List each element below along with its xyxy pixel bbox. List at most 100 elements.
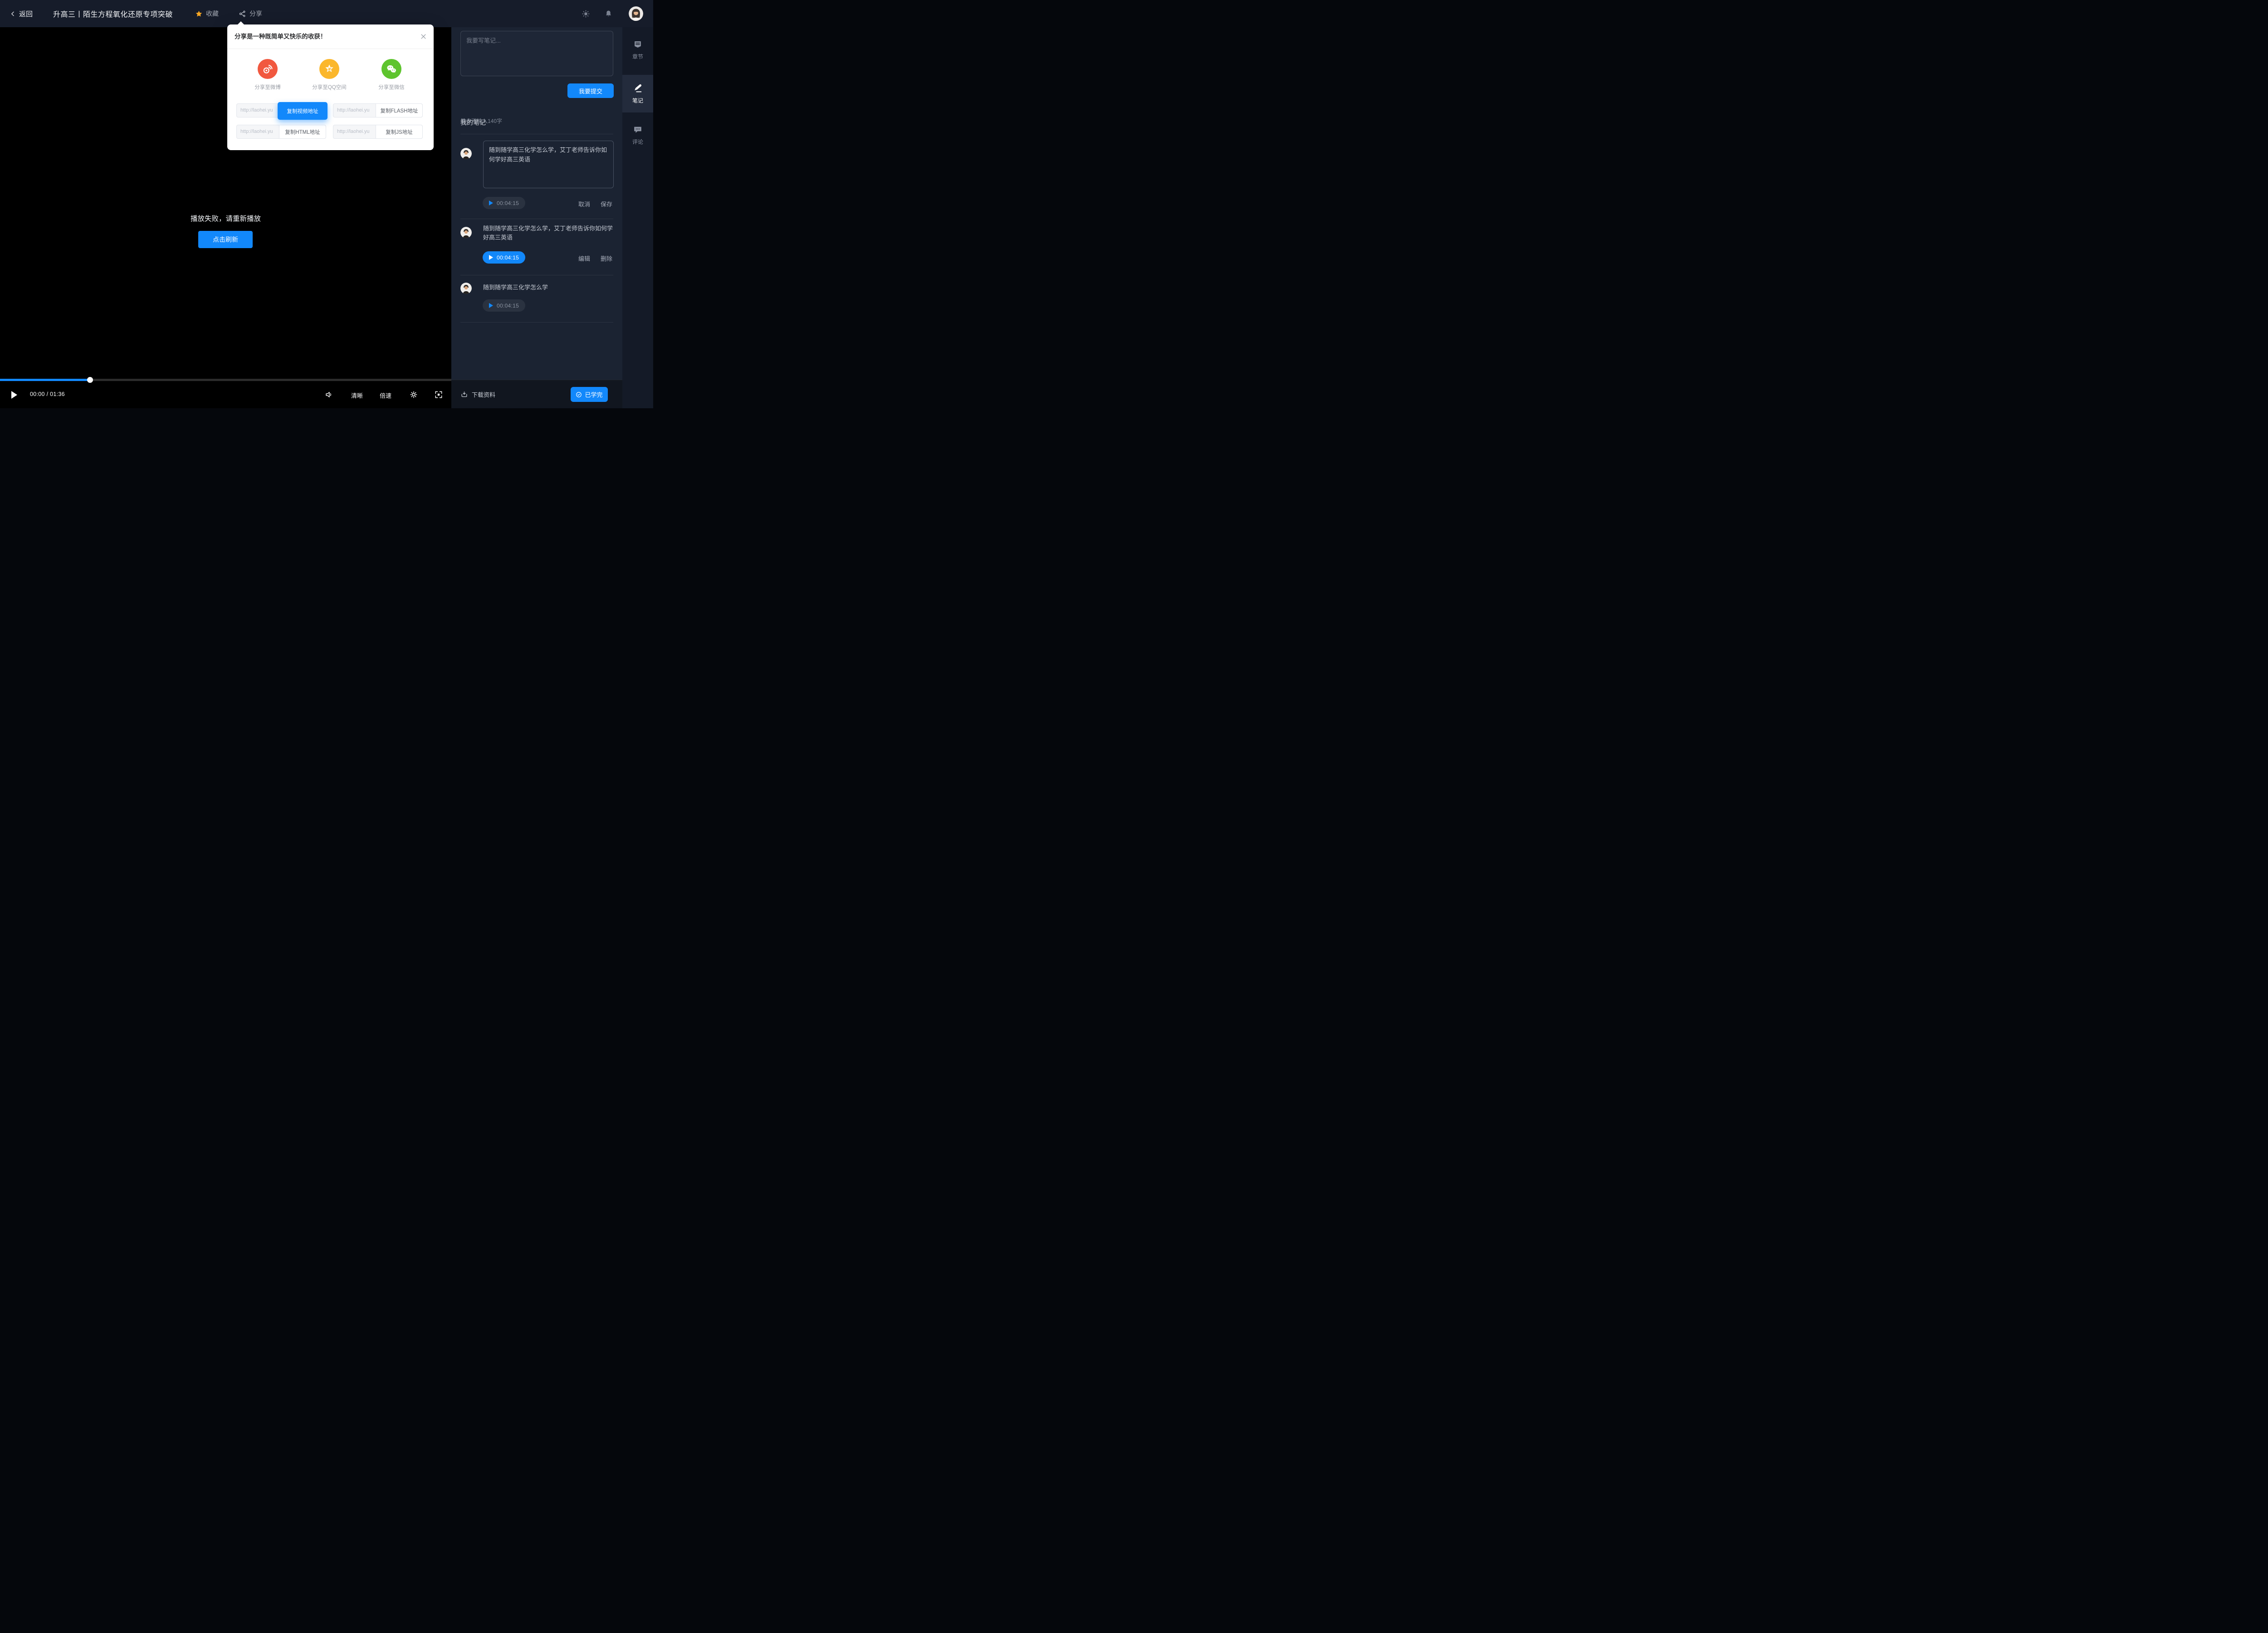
weibo-icon: [258, 59, 278, 79]
play-button[interactable]: [10, 390, 18, 399]
tab-label: 笔记: [632, 97, 643, 104]
html-url-row: http://laohei.yu 复制HTML地址: [236, 125, 326, 139]
note-timestamp-chip[interactable]: 00:04:15: [483, 197, 526, 209]
back-chevron-icon: [11, 11, 14, 16]
note-avatar: [460, 283, 472, 294]
note-text: 随到随学高三化学怎么学: [483, 284, 548, 291]
timestamp: 00:04:15: [497, 200, 519, 206]
brightness-button[interactable]: [582, 0, 590, 27]
play-icon: [489, 200, 493, 205]
video-url-input[interactable]: http://laohei.yu: [237, 104, 278, 117]
user-avatar[interactable]: [629, 6, 643, 21]
copy-video-url-button[interactable]: 复制视频地址: [278, 102, 327, 120]
cancel-button[interactable]: 取消: [578, 200, 590, 208]
top-bar: 返回 升高三丨陌生方程氧化还原专项突破 收藏 分享: [0, 0, 653, 27]
tab-label: 评论: [632, 138, 643, 145]
tab-notes[interactable]: 笔记: [622, 75, 653, 112]
edit-note-button[interactable]: 编辑: [578, 254, 590, 263]
submit-note-button[interactable]: 我要提交: [567, 83, 614, 98]
favorite-button[interactable]: 收藏: [195, 0, 219, 27]
bell-icon: [606, 10, 611, 16]
weibo-label: 分享至微博: [254, 85, 281, 90]
volume-icon: [326, 392, 332, 397]
copy-html-url-button[interactable]: 复制HTML地址: [279, 125, 326, 138]
page-title: 升高三丨陌生方程氧化还原专项突破: [53, 11, 173, 19]
notifications-button[interactable]: [604, 0, 613, 27]
download-label: 下载资料: [472, 391, 496, 398]
share-modal: 分享是一种既简单又快乐的收获！ 分享至微博 分享至QQ空间 分享至微信 http…: [227, 21, 434, 150]
wechat-label: 分享至微信: [378, 85, 405, 90]
share-to-wechat[interactable]: 分享至微信: [364, 59, 419, 91]
share-to-weibo[interactable]: 分享至微博: [240, 59, 295, 91]
refresh-button[interactable]: 点击刷新: [198, 231, 253, 248]
finished-label: 已学完: [585, 391, 603, 398]
js-url-input[interactable]: http://laohei.yu: [333, 125, 376, 138]
copy-js-url-button[interactable]: 复制JS地址: [376, 125, 422, 138]
progress-fill: [0, 379, 90, 381]
download-materials-button[interactable]: 下载资料: [460, 380, 495, 408]
my-notes-title: 我的笔记: [460, 119, 486, 126]
course-player-app: 播放失败，请重新播放 点击刷新 00:00 / 01:36 清晰 倍速 返回 升…: [0, 0, 653, 408]
note-input[interactable]: 我要写笔记...: [460, 31, 613, 76]
play-icon: [489, 255, 493, 260]
current-time: 00:00: [30, 391, 45, 397]
video-url-row: http://laohei.yu 复制视频地址: [236, 102, 327, 120]
tab-comments[interactable]: 评论: [622, 116, 653, 154]
sun-icon: [582, 10, 590, 18]
favorite-label: 收藏: [206, 10, 219, 17]
flash-url-row: http://laohei.yu 复制FLASH地址: [333, 103, 423, 117]
gear-icon: [410, 391, 417, 398]
fullscreen-icon: [435, 391, 442, 398]
close-button[interactable]: [420, 33, 427, 40]
share-modal-title: 分享是一种既简单又快乐的收获！: [227, 24, 434, 49]
html-url-input[interactable]: http://laohei.yu: [237, 125, 279, 138]
timestamp: 00:04:15: [497, 302, 519, 309]
wechat-icon: [381, 59, 401, 79]
js-url-row: http://laohei.yu 复制JS地址: [333, 125, 423, 139]
duration: 01:36: [50, 391, 65, 397]
divider: [460, 322, 613, 323]
share-label: 分享: [249, 10, 262, 17]
notes-footer: 下载资料 已学完: [451, 380, 622, 408]
video-progress-bar[interactable]: [0, 377, 451, 383]
playback-error-text: 播放失败，请重新播放: [190, 215, 261, 223]
download-icon: [461, 391, 467, 397]
finished-button[interactable]: 已学完: [571, 387, 608, 402]
note-text: 随到随学高三化学怎么学，艾丁老师告诉你如何学好高三英语: [483, 225, 613, 241]
side-tab-rail: 章节 笔记 评论: [622, 27, 653, 408]
check-circle-icon: [576, 391, 582, 397]
flash-url-input[interactable]: http://laohei.yu: [333, 104, 376, 117]
note-avatar: [460, 227, 472, 238]
progress-knob[interactable]: [87, 377, 93, 383]
speed-button[interactable]: 倍速: [377, 391, 394, 399]
qzone-label: 分享至QQ空间: [312, 85, 347, 90]
note-timestamp-chip[interactable]: 00:04:15: [483, 299, 526, 312]
settings-button[interactable]: [409, 390, 419, 400]
close-icon: [421, 34, 426, 39]
play-icon: [11, 391, 17, 399]
chapters-icon: [635, 41, 641, 48]
share-nodes-icon: [239, 10, 245, 17]
qzone-icon: [319, 59, 339, 79]
star-icon: [196, 10, 202, 17]
delete-note-button[interactable]: 删除: [601, 254, 612, 263]
quality-button[interactable]: 清晰: [348, 391, 366, 399]
back-button[interactable]: 返回: [10, 0, 33, 27]
save-button[interactable]: 保存: [601, 200, 612, 208]
avatar-image: [629, 6, 643, 21]
volume-button[interactable]: [324, 390, 334, 400]
timestamp: 00:04:15: [497, 254, 519, 261]
note-edit-textarea[interactable]: 随到随学高三化学怎么学，艾丁老师告诉你如何学好高三英语: [483, 141, 614, 188]
tab-chapters[interactable]: 章节: [622, 31, 653, 68]
notes-panel: 我要写笔记... 最多可输入140字 我要提交 我的笔记 随到随学高三化学怎么学…: [451, 27, 622, 408]
tab-label: 章节: [632, 53, 643, 60]
play-icon: [489, 303, 493, 308]
time-display: 00:00 / 01:36: [30, 391, 65, 397]
back-label: 返回: [19, 10, 33, 18]
note-timestamp-chip[interactable]: 00:04:15: [483, 251, 526, 264]
copy-flash-url-button[interactable]: 复制FLASH地址: [376, 104, 422, 117]
share-to-qzone[interactable]: 分享至QQ空间: [302, 59, 357, 91]
time-separator: /: [46, 391, 49, 397]
fullscreen-button[interactable]: [434, 390, 444, 400]
comments-icon: [634, 127, 641, 133]
